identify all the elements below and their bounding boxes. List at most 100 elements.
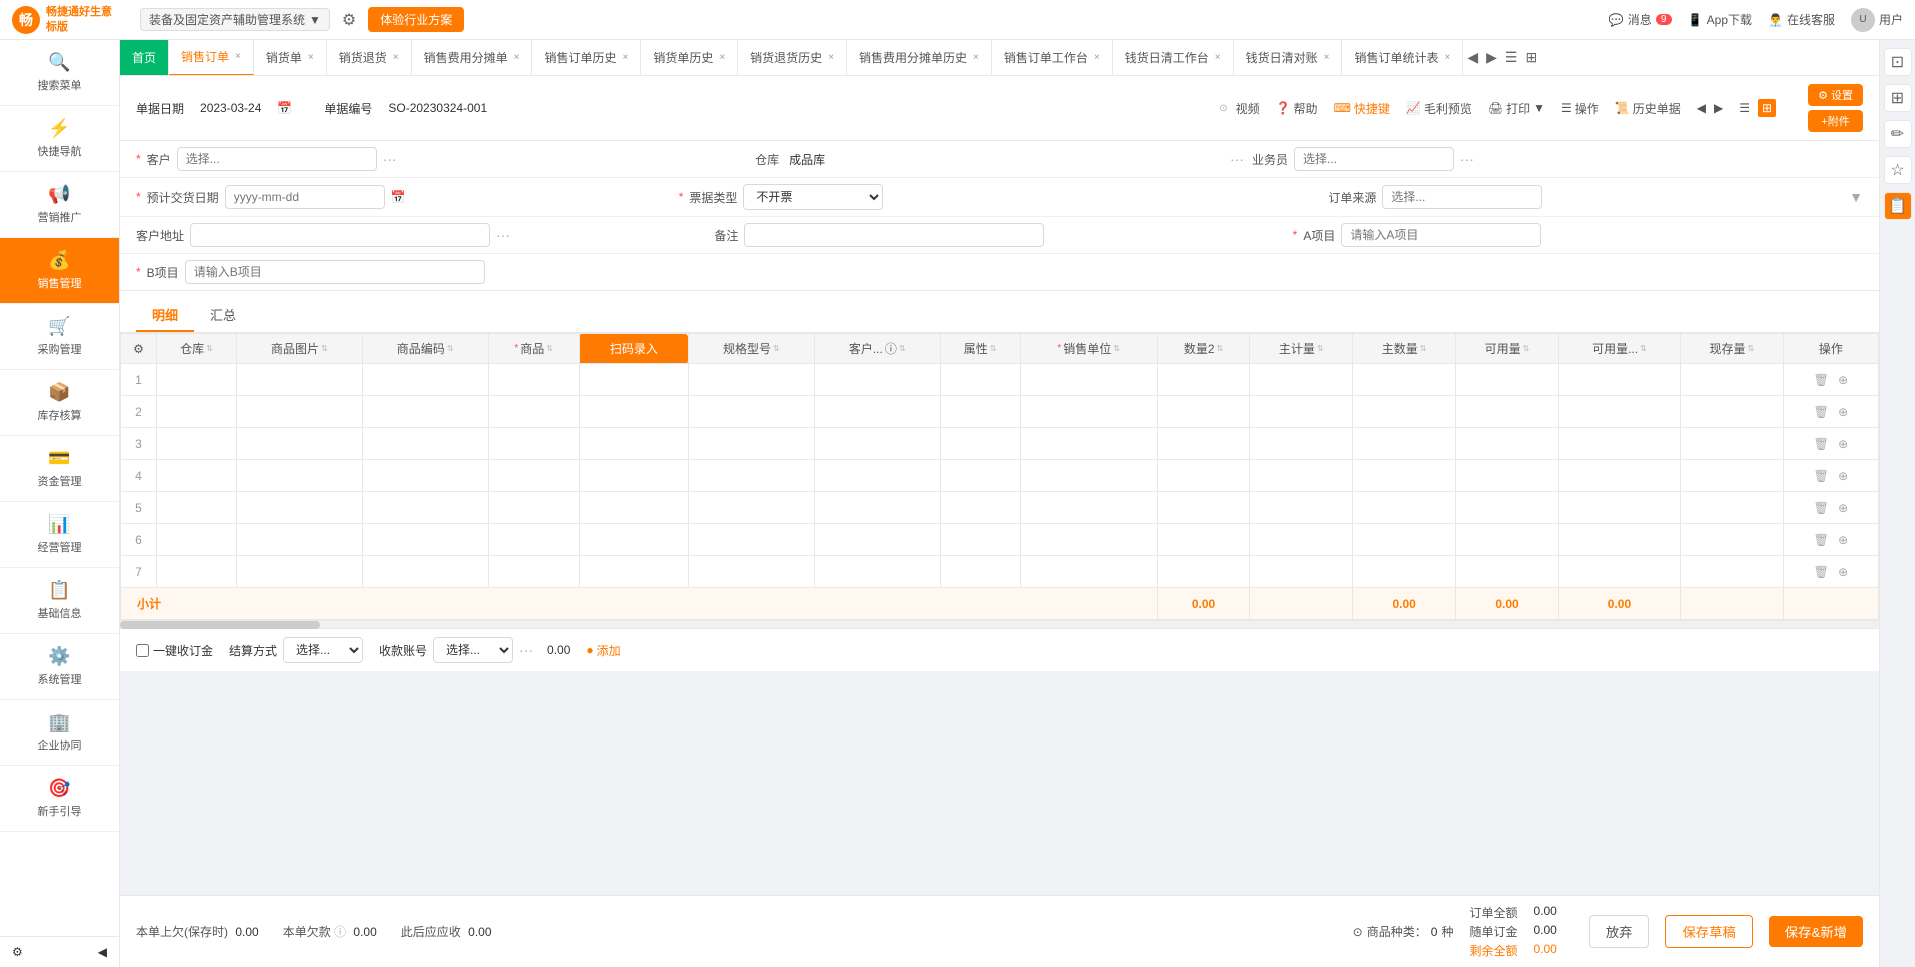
tab-close-icon[interactable]: × (1324, 52, 1330, 63)
tab-sales-goods-history[interactable]: 销货单历史 × (641, 40, 738, 76)
tab-sales-stats[interactable]: 销售订单统计表 × (1342, 40, 1463, 76)
warehouse-sort-icon[interactable]: ⇅ (206, 344, 213, 353)
sidebar-item-basic[interactable]: 📋 基础信息 (0, 568, 119, 634)
table-view-icon[interactable]: ☰ (1739, 101, 1750, 115)
code-sort-icon[interactable]: ⇅ (447, 344, 454, 353)
tab-sales-fee-history[interactable]: 销售费用分摊单历史 × (847, 40, 992, 76)
sidebar-item-inventory[interactable]: 📦 库存核算 (0, 370, 119, 436)
save-draft-button[interactable]: 保存草稿 (1665, 915, 1752, 948)
row-2-code[interactable] (362, 396, 488, 428)
customer-input[interactable] (177, 147, 377, 171)
row-6-warehouse[interactable] (157, 524, 237, 556)
tab-sales-return-history[interactable]: 销货退货历史 × (738, 40, 847, 76)
row-4-spec[interactable] (688, 460, 814, 492)
row-7-spec[interactable] (688, 556, 814, 588)
right-panel-btn-2[interactable]: ⊞ (1884, 84, 1912, 112)
row-1-spec[interactable] (688, 364, 814, 396)
view-video-btn[interactable]: 视频 (1236, 100, 1260, 117)
row-6-main-quantity[interactable] (1353, 524, 1456, 556)
remark-input[interactable] (744, 223, 1044, 247)
row-3-unit[interactable] (1020, 428, 1157, 460)
sidebar-item-guide[interactable]: 🎯 新手引导 (0, 766, 119, 832)
salesperson-input[interactable] (1294, 147, 1454, 171)
nav-left-icon[interactable]: ◀ (1697, 101, 1706, 115)
row-7-customer-code[interactable] (814, 556, 940, 588)
tab-nav-all[interactable]: ☰ (1501, 49, 1522, 66)
settlement-select[interactable]: 选择... (283, 637, 363, 663)
col-settings-icon[interactable]: ⚙ (133, 342, 144, 356)
tab-sales-order-workbench[interactable]: 销售订单工作台 × (992, 40, 1113, 76)
sidebar-item-finance[interactable]: 💳 资金管理 (0, 436, 119, 502)
row-2-product[interactable] (488, 396, 579, 428)
row-2-attribute[interactable] (940, 396, 1020, 428)
quantity2-sort-icon[interactable]: ⇅ (1217, 344, 1224, 353)
row-5-unit[interactable] (1020, 492, 1157, 524)
help-btn[interactable]: ❓ 帮助 (1276, 100, 1318, 117)
customer-address-expand-icon[interactable]: ··· (496, 227, 510, 243)
tab-detail[interactable]: 明细 (136, 299, 194, 332)
one-click-checkout-checkbox[interactable]: 一键收订金 (136, 642, 213, 659)
row-4-attribute[interactable] (940, 460, 1020, 492)
b-project-input[interactable] (185, 260, 485, 284)
warehouse-expand-icon[interactable]: ··· (1230, 151, 1244, 167)
tab-expand-icon[interactable]: ⊞ (1521, 49, 1541, 66)
order-source-input[interactable] (1382, 185, 1542, 209)
copy-icon[interactable]: ⊕ (1838, 437, 1848, 451)
tab-cash-reconcile[interactable]: 钱货日清对账 × (1234, 40, 1343, 76)
image-sort-icon[interactable]: ⇅ (321, 344, 328, 353)
settings-btn[interactable]: ⚙ 设置 (1808, 84, 1863, 106)
tab-close-icon[interactable]: × (1215, 52, 1221, 63)
right-panel-btn-4[interactable]: ☆ (1884, 156, 1912, 184)
row-7-main-quantity[interactable] (1353, 556, 1456, 588)
more-ops-btn[interactable]: ☰ 操作 (1561, 100, 1599, 117)
row-5-spec[interactable] (688, 492, 814, 524)
row-5-main-quantity[interactable] (1353, 492, 1456, 524)
row-5-product[interactable] (488, 492, 579, 524)
a-project-input[interactable] (1341, 223, 1541, 247)
row-3-code[interactable] (362, 428, 488, 460)
col-settings-header[interactable]: ⚙ (121, 334, 157, 364)
row-1-customer-code[interactable] (814, 364, 940, 396)
row-1-main-quantity[interactable] (1353, 364, 1456, 396)
row-3-attribute[interactable] (940, 428, 1020, 460)
row-7-unit[interactable] (1020, 556, 1157, 588)
add-button[interactable]: ● 添加 (586, 642, 620, 659)
row-4-main-quantity[interactable] (1353, 460, 1456, 492)
row-3-product[interactable] (488, 428, 579, 460)
row-2-unit[interactable] (1020, 396, 1157, 428)
tab-cash-workbench[interactable]: 钱货日清工作台 × (1113, 40, 1234, 76)
delete-icon[interactable]: 🗑 (1814, 437, 1829, 451)
table-scrollbar[interactable] (120, 620, 1879, 628)
right-panel-btn-1[interactable]: ⊡ (1884, 48, 1912, 76)
row-1-unit[interactable] (1020, 364, 1157, 396)
row-5-quantity2[interactable] (1157, 492, 1250, 524)
copy-icon[interactable]: ⊕ (1838, 501, 1848, 515)
row-7-code[interactable] (362, 556, 488, 588)
discard-button[interactable]: 放弃 (1589, 915, 1650, 948)
row-5-attribute[interactable] (940, 492, 1020, 524)
sidebar-item-purchase[interactable]: 🛒 采购管理 (0, 304, 119, 370)
row-3-main-quantity[interactable] (1353, 428, 1456, 460)
row-6-quantity2[interactable] (1157, 524, 1250, 556)
nav-right-icon[interactable]: ▶ (1714, 101, 1723, 115)
customer-expand-icon[interactable]: ··· (383, 151, 397, 167)
form-view-icon[interactable]: ⊞ (1758, 99, 1776, 117)
row-7-warehouse[interactable] (157, 556, 237, 588)
tab-close-icon[interactable]: × (1094, 52, 1100, 63)
profit-btn[interactable]: 📈 毛利预览 (1406, 100, 1472, 117)
row-3-warehouse[interactable] (157, 428, 237, 460)
row-6-spec[interactable] (688, 524, 814, 556)
sidebar-item-operation[interactable]: 📊 经营管理 (0, 502, 119, 568)
scrollbar-thumb[interactable] (120, 621, 320, 629)
online-service-button[interactable]: 👨‍💼 在线客服 (1768, 11, 1835, 28)
unit-sort-icon[interactable]: ⇅ (1113, 344, 1120, 353)
row-6-customer-code[interactable] (814, 524, 940, 556)
sidebar-item-enterprise[interactable]: 🏢 企业协同 (0, 700, 119, 766)
tab-nav-next[interactable]: ▶ (1482, 49, 1501, 66)
tab-sales-order[interactable]: 销售订单 × (169, 40, 254, 76)
sidebar-item-sales[interactable]: 💰 销售管理 (0, 238, 119, 304)
solution-button[interactable]: 体验行业方案 (368, 7, 464, 32)
delete-icon[interactable]: 🗑 (1814, 469, 1829, 483)
salesperson-expand-icon[interactable]: ··· (1460, 151, 1474, 167)
receipt-account-expand-icon[interactable]: ··· (519, 642, 533, 658)
